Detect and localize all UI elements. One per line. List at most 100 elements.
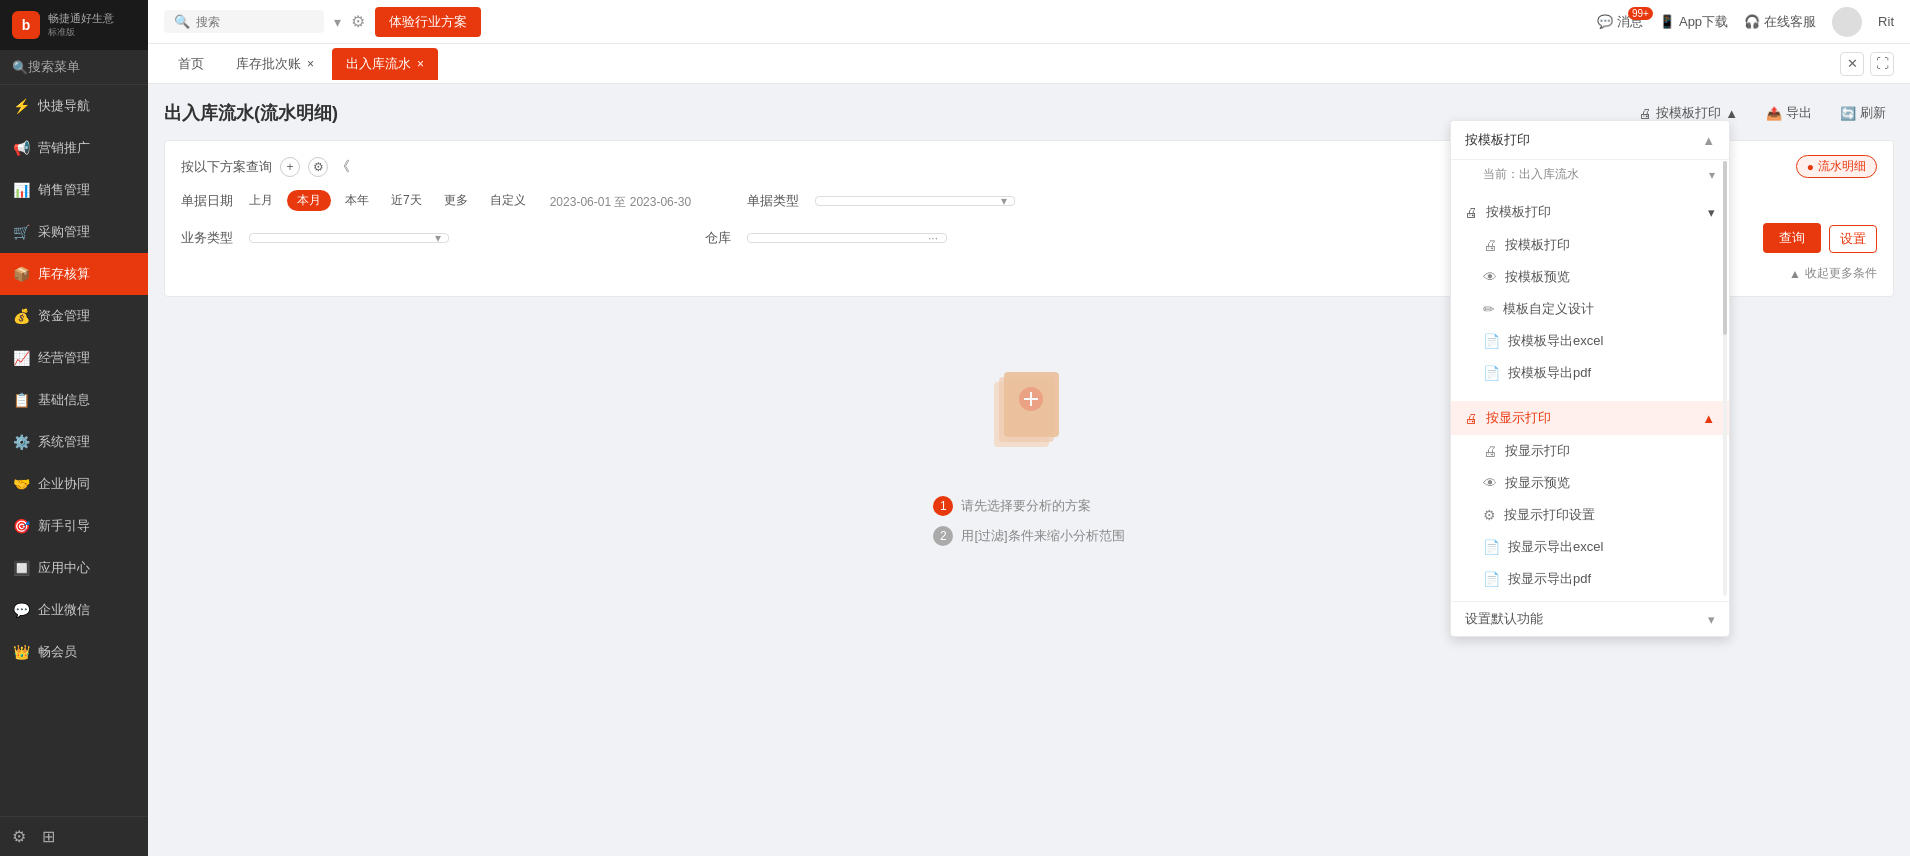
filter-setting-button[interactable]: ⚙	[308, 157, 328, 177]
customer-service-button[interactable]: 🎧 在线客服	[1744, 13, 1816, 31]
sidebar-item-sales[interactable]: 📊 销售管理	[0, 169, 148, 211]
sidebar-item-basic[interactable]: 📋 基础信息	[0, 379, 148, 421]
current-template-row: 当前：出入库流水 ▾	[1451, 160, 1729, 189]
topbar-left: 🔍 ▾ ⚙ 体验行业方案	[164, 7, 481, 37]
tab-home[interactable]: 首页	[164, 48, 218, 80]
inventory-icon: 📦	[12, 265, 30, 283]
sidebar-item-operation[interactable]: 📈 经营管理	[0, 337, 148, 379]
display-print-section-title[interactable]: 🖨 按显示打印 ▲	[1451, 401, 1729, 435]
tab-flow-close[interactable]: ×	[417, 57, 424, 71]
filter-add-button[interactable]: +	[280, 157, 300, 177]
template-export-pdf-item[interactable]: 📄 按模板导出pdf	[1451, 357, 1729, 389]
filter-collapse-icon[interactable]: 《	[336, 158, 350, 176]
date-tab-more[interactable]: 更多	[436, 190, 476, 211]
tab-maximize-button[interactable]: ⛶	[1870, 52, 1894, 76]
print-icon: 🖨	[1639, 106, 1652, 121]
query-button[interactable]: 查询	[1763, 223, 1821, 253]
warehouse-select[interactable]: ···	[747, 233, 947, 243]
display-print-label: 按显示打印	[1505, 442, 1570, 460]
warehouse-label: 仓库	[705, 229, 731, 247]
member-icon: 👑	[12, 643, 30, 661]
template-design-item[interactable]: ✏ 模板自定义设计	[1451, 293, 1729, 325]
sidebar-item-purchase[interactable]: 🛒 采购管理	[0, 211, 148, 253]
dropdown-title: 按模板打印	[1465, 131, 1530, 149]
template-excel-label: 按模板导出excel	[1508, 332, 1603, 350]
sidebar-item-guide[interactable]: 🎯 新手引导	[0, 505, 148, 547]
export-button[interactable]: 📤 导出	[1758, 100, 1820, 126]
template-preview-item[interactable]: 👁 按模板预览	[1451, 261, 1729, 293]
topbar-search-box[interactable]: 🔍	[164, 10, 324, 33]
refresh-label: 刷新	[1860, 104, 1886, 122]
display-settings-icon: ⚙	[1483, 507, 1496, 523]
sidebar-item-label: 采购管理	[38, 223, 90, 241]
search-icon: 🔍	[12, 60, 28, 75]
date-tab-current-year[interactable]: 本年	[337, 190, 377, 211]
pdf-item-icon: 📄	[1483, 365, 1500, 381]
sidebar-item-member[interactable]: 👑 畅会员	[0, 631, 148, 673]
sidebar-item-shortcut[interactable]: ⚡ 快捷导航	[0, 85, 148, 127]
display-print-section-icon: 🖨	[1465, 411, 1478, 426]
trial-button[interactable]: 体验行业方案	[375, 7, 481, 37]
sidebar-item-inventory[interactable]: 📦 库存核算	[0, 253, 148, 295]
preview-item-icon: 👁	[1483, 269, 1497, 285]
template-print-label: 按模板打印	[1505, 236, 1570, 254]
display-preview-item[interactable]: 👁 按显示预览	[1451, 467, 1729, 499]
tab-flow[interactable]: 出入库流水 ×	[332, 48, 438, 80]
topbar-dropdown-icon[interactable]: ▾	[334, 14, 341, 30]
sales-icon: 📊	[12, 181, 30, 199]
sidebar-item-cooperation[interactable]: 🤝 企业协同	[0, 463, 148, 505]
date-tab-7days[interactable]: 近7天	[383, 190, 430, 211]
sidebar-item-label: 应用中心	[38, 559, 90, 577]
sidebar-item-system[interactable]: ⚙️ 系统管理	[0, 421, 148, 463]
filter-header-label: 按以下方案查询	[181, 158, 272, 176]
topbar-gear-icon[interactable]: ⚙	[351, 12, 365, 31]
tab-batch[interactable]: 库存批次账 ×	[222, 48, 328, 80]
sidebar-item-marketing[interactable]: 📢 营销推广	[0, 127, 148, 169]
type-select[interactable]	[815, 196, 1015, 206]
template-pdf-label: 按模板导出pdf	[1508, 364, 1591, 382]
settings-button[interactable]: 设置	[1829, 225, 1877, 253]
template-print-section-title[interactable]: 🖨 按模板打印 ▾	[1451, 195, 1729, 229]
sidebar-item-wechat[interactable]: 💬 企业微信	[0, 589, 148, 631]
business-select[interactable]	[249, 233, 449, 243]
date-tabs: 上月 本月 本年 近7天 更多 自定义	[241, 190, 534, 211]
collapse-icon[interactable]: ⊞	[42, 827, 55, 846]
purchase-icon: 🛒	[12, 223, 30, 241]
step-2-label: 用[过滤]条件来缩小分析范围	[961, 527, 1124, 545]
app-download-button[interactable]: 📱 App下载	[1659, 13, 1728, 31]
sidebar-item-apps[interactable]: 🔲 应用中心	[0, 547, 148, 589]
sidebar: b 畅捷通好生意 标准版 🔍 搜索菜单 ⚡ 快捷导航 📢 营销推广 📊 销售管理…	[0, 0, 148, 856]
date-tab-current-month[interactable]: 本月	[287, 190, 331, 211]
tab-batch-close[interactable]: ×	[307, 57, 314, 71]
refresh-button[interactable]: 🔄 刷新	[1832, 100, 1894, 126]
app-download-label: App下载	[1679, 13, 1728, 31]
sidebar-item-label: 销售管理	[38, 181, 90, 199]
sidebar-item-finance[interactable]: 💰 资金管理	[0, 295, 148, 337]
dropdown-footer[interactable]: 设置默认功能 ▾	[1451, 601, 1729, 636]
template-print-item[interactable]: 🖨 按模板打印	[1451, 229, 1729, 261]
business-select-wrap: ▾	[249, 233, 449, 243]
display-excel-icon: 📄	[1483, 539, 1500, 555]
sidebar-search[interactable]: 🔍 搜索菜单	[0, 50, 148, 85]
user-avatar[interactable]	[1832, 7, 1862, 37]
display-print-item[interactable]: 🖨 按显示打印	[1451, 435, 1729, 467]
display-print-settings-item[interactable]: ⚙ 按显示打印设置	[1451, 499, 1729, 531]
collapse-label: 收起更多条件	[1805, 265, 1877, 282]
main-content: 🔍 ▾ ⚙ 体验行业方案 💬 消息 99+ 📱 App下载 🎧 在线客服 Rit	[148, 0, 1910, 856]
display-preview-label: 按显示预览	[1505, 474, 1570, 492]
date-label: 单据日期	[181, 192, 233, 210]
print-dropdown: 按模板打印 ▲ 当前：出入库流水 ▾ 🖨 按模板打印 ▾ 🖨	[1450, 120, 1730, 637]
topbar-search-input[interactable]	[196, 15, 314, 29]
settings-icon[interactable]: ⚙	[12, 827, 26, 846]
template-export-excel-item[interactable]: 📄 按模板导出excel	[1451, 325, 1729, 357]
date-tab-last-month[interactable]: 上月	[241, 190, 281, 211]
display-export-excel-item[interactable]: 📄 按显示导出excel	[1451, 531, 1729, 563]
date-tab-custom[interactable]: 自定义	[482, 190, 534, 211]
sidebar-item-label: 新手引导	[38, 517, 90, 535]
tab-close-all-button[interactable]: ✕	[1840, 52, 1864, 76]
message-button[interactable]: 💬 消息 99+	[1597, 13, 1643, 31]
display-export-pdf-item[interactable]: 📄 按显示导出pdf	[1451, 563, 1729, 595]
dropdown-section-display: 🖨 按显示打印 ▲ 🖨 按显示打印 👁 按显示预览 ⚙ 按显示打印设置	[1451, 395, 1729, 601]
dropdown-scrollbar[interactable]	[1723, 161, 1727, 596]
current-template-label: 当前：出入库流水	[1483, 166, 1579, 183]
